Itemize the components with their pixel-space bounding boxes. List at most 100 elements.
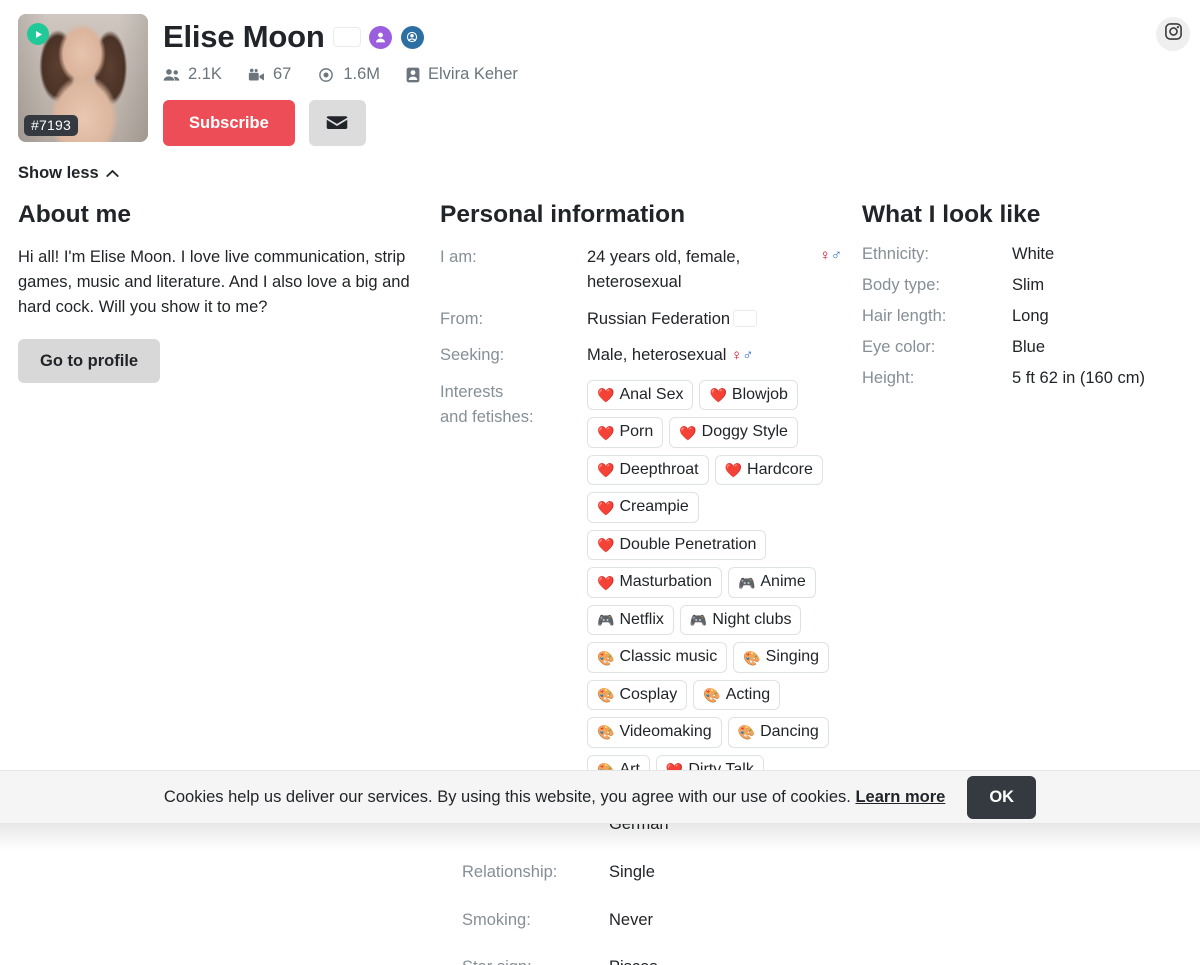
heart-icon: ❤️ — [597, 462, 615, 479]
cookie-learn-more-link[interactable]: Learn more — [855, 788, 945, 806]
interest-tag-label: Dancing — [760, 723, 819, 741]
video-camera-icon — [248, 68, 265, 82]
interest-tag[interactable]: ❤️ Doggy Style — [669, 417, 798, 448]
rank-badge: #7193 — [24, 115, 78, 136]
about-section: About me Hi all! I'm Elise Moon. I love … — [0, 201, 420, 797]
about-title: About me — [18, 201, 131, 228]
people-icon — [163, 68, 180, 82]
interest-tag[interactable]: ❤️ Creampie — [587, 492, 699, 523]
cookie-ok-button[interactable]: OK — [967, 775, 1037, 819]
palette-icon: 🎨 — [597, 686, 615, 703]
interest-tag-label: Creampie — [619, 498, 689, 516]
followers-stat: 2.1K — [163, 65, 222, 84]
interest-tag-label: Anal Sex — [619, 386, 684, 403]
info-label: From: — [440, 309, 484, 328]
interest-tag[interactable]: 🎨 Classic music — [587, 642, 728, 673]
info-value: Pisces — [609, 955, 892, 965]
interest-tag[interactable]: ❤️ Double Penetration — [587, 529, 767, 561]
interest-tag-label: Cosplay — [619, 685, 678, 703]
message-button[interactable] — [308, 100, 366, 146]
heart-icon: ❤️ — [709, 387, 727, 404]
personal-bottom-rows: German Relationship: Single Smoking: Nev… — [462, 812, 892, 965]
real-name-value: Elvira Keher — [428, 65, 518, 83]
interest-tag-label: Doggy Style — [701, 423, 788, 441]
action-buttons: Subscribe — [163, 100, 1200, 146]
appearance-label: Eye color: — [862, 338, 936, 356]
appearance-value: Blue — [1012, 338, 1046, 356]
appearance-label: Ethnicity: — [862, 245, 929, 263]
instagram-link[interactable] — [1156, 17, 1190, 51]
cookie-banner: Cookies help us deliver our services. By… — [0, 770, 1200, 824]
show-less-toggle[interactable]: Show less — [18, 164, 119, 183]
go-to-profile-button[interactable]: Go to profile — [18, 339, 161, 384]
appearance-label: Height: — [862, 369, 915, 387]
heart-icon: ❤️ — [724, 462, 743, 479]
palette-icon: 🎨 — [597, 649, 615, 666]
appearance-value: White — [1012, 245, 1055, 263]
avatar[interactable]: #7193 — [18, 14, 148, 142]
interest-tag-label: Blowjob — [731, 386, 788, 403]
interest-tag[interactable]: 🎨 Dancing — [727, 717, 829, 748]
interest-tag[interactable]: ❤️ Hardcore — [714, 454, 823, 486]
interest-tag-label: Acting — [725, 685, 771, 703]
interest-tag[interactable]: ❤️ Deepthroat — [587, 454, 709, 486]
interest-tag[interactable]: 🎮 Night clubs — [679, 604, 802, 636]
interest-tag-label: Porn — [619, 423, 654, 441]
from-country: Russian Federation — [587, 309, 731, 328]
eye-icon — [317, 67, 335, 82]
interest-tag[interactable]: 🎨 Singing — [733, 642, 830, 673]
verified-model-badge[interactable] — [368, 25, 392, 49]
interest-tag[interactable]: 🎨 Cosplay — [587, 679, 688, 711]
info-row-i-am: I am: 24 years old, female, heterosexual… — [440, 245, 842, 295]
country-flag-badge — [334, 28, 360, 46]
interest-tag[interactable]: 🎮 Netflix — [587, 604, 674, 636]
envelope-icon — [326, 113, 348, 134]
appearance-row: Ethnicity: White — [862, 245, 1180, 264]
profile-header: #7193 Elise Moon 2.1K 67 1.6M Elvira Keh… — [0, 0, 1200, 146]
profile-page: #7193 Elise Moon 2.1K 67 1.6M Elvira Keh… — [0, 0, 1200, 965]
info-row-smoking: Smoking: Never — [462, 908, 892, 933]
about-text: Hi all! I'm Elise Moon. I love live comm… — [18, 248, 410, 317]
info-label: I am: — [440, 248, 477, 266]
chevron-up-icon — [106, 164, 119, 183]
play-icon[interactable] — [27, 23, 49, 45]
interest-tag-label: Videomaking — [619, 723, 712, 741]
info-value: Male, heterosexual ♀♂ — [587, 343, 842, 368]
interest-tag-label: Hardcore — [747, 460, 813, 478]
appearance-title: What I look like — [862, 201, 1041, 228]
heart-icon: ❤️ — [679, 424, 697, 441]
heart-icon: ❤️ — [597, 499, 615, 516]
gender-symbol-seeking: ♀♂ — [731, 347, 754, 365]
subscribe-button[interactable]: Subscribe — [163, 100, 295, 146]
appearance-row: Height: 5 ft 62 in (160 cm) — [862, 369, 1180, 388]
country-flag-icon — [734, 311, 756, 326]
contact-card-icon — [406, 67, 420, 83]
interest-tag[interactable]: ❤️ Blowjob — [699, 380, 798, 411]
palette-icon: 🎨 — [737, 724, 756, 741]
interests-label-line2: and fetishes: — [440, 407, 534, 426]
info-label: Seeking: — [440, 346, 505, 365]
interest-tag-label: Masturbation — [619, 573, 712, 591]
interest-tag[interactable]: 🎮 Anime — [727, 567, 816, 598]
interest-tag[interactable]: ❤️ Masturbation — [587, 567, 722, 598]
appearance-value: Slim — [1012, 276, 1045, 294]
real-name-stat: Elvira Keher — [406, 65, 518, 84]
info-value: 24 years old, female, heterosexual — [587, 248, 741, 291]
interest-tag[interactable]: ❤️ Anal Sex — [587, 380, 694, 411]
show-less-label: Show less — [18, 164, 99, 182]
profile-columns: About me Hi all! I'm Elise Moon. I love … — [0, 201, 1200, 797]
interest-tag[interactable]: ❤️ Porn — [587, 417, 664, 448]
interest-tag[interactable]: 🎨 Acting — [693, 679, 781, 711]
info-row-star-sign: Star sign: Pisces — [462, 955, 892, 965]
views-count: 1.6M — [343, 65, 380, 83]
appearance-row: Eye color: Blue — [862, 338, 1180, 357]
appearance-value: 5 ft 62 in (160 cm) — [1012, 369, 1145, 387]
appearance-section: What I look like Ethnicity: White Body typ… — [842, 201, 1180, 797]
interest-tags: ❤️ Anal Sex ❤️ Blowjob ❤️ Porn ❤️ Doggy Style ❤️… — [587, 380, 835, 786]
header-main: Elise Moon 2.1K 67 1.6M Elvira Keher Sub… — [163, 10, 1200, 146]
webcam-badge[interactable] — [400, 25, 424, 49]
cookie-text: Cookies help us deliver our services. By… — [164, 788, 945, 807]
views-stat: 1.6M — [317, 65, 380, 84]
appearance-value: Long — [1012, 307, 1049, 325]
interest-tag[interactable]: 🎨 Videomaking — [587, 717, 722, 748]
